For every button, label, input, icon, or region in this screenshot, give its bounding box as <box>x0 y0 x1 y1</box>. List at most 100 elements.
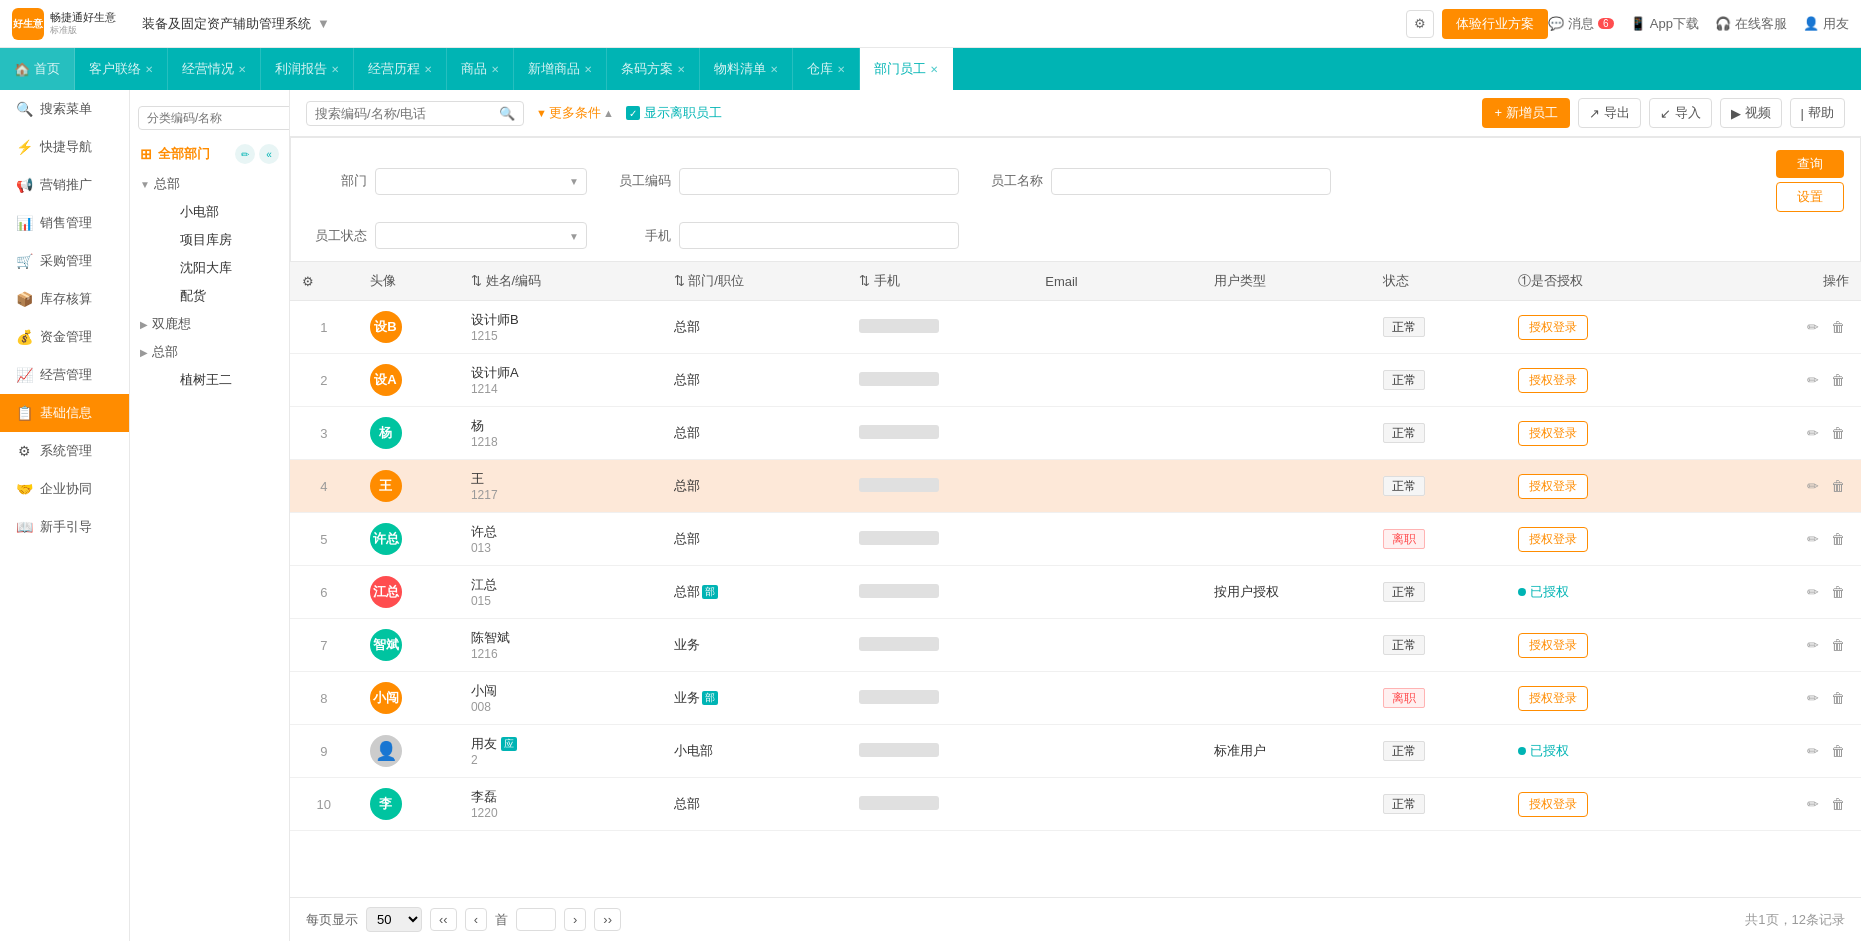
phone-input[interactable] <box>679 222 959 249</box>
col-settings[interactable]: ⚙ <box>290 262 358 301</box>
tab-goods[interactable]: 商品 ✕ <box>447 48 514 90</box>
user-menu[interactable]: 👤 用友 <box>1803 15 1849 33</box>
tab-home[interactable]: 🏠 首页 <box>0 48 75 90</box>
tree-item-peihuo[interactable]: 配货 <box>160 282 289 310</box>
more-conditions-button[interactable]: ▼ 更多条件 ▲ <box>536 104 614 122</box>
tree-item-project[interactable]: 项目库房 <box>160 226 289 254</box>
page-number-input[interactable]: 1 <box>516 908 556 931</box>
view-button[interactable]: ▶ 视频 <box>1720 98 1782 128</box>
import-button[interactable]: ↙ 导入 <box>1649 98 1712 128</box>
edit-button[interactable]: ✏ <box>1803 635 1823 655</box>
edit-button[interactable]: ✏ <box>1803 423 1823 443</box>
auth-login-button[interactable]: 授权登录 <box>1518 686 1588 711</box>
export-button[interactable]: ↗ 导出 <box>1578 98 1641 128</box>
delete-button[interactable]: 🗑 <box>1827 370 1849 390</box>
tab-close-icon[interactable]: ✕ <box>770 64 778 75</box>
dimission-checkbox[interactable]: ✓ <box>626 106 640 120</box>
help-button[interactable]: | 帮助 <box>1790 98 1845 128</box>
page-size-select[interactable]: 50 100 <box>366 907 422 932</box>
col-name[interactable]: ⇅ 姓名/编码 <box>459 262 662 301</box>
tree-search-input[interactable] <box>138 106 290 130</box>
sidebar-item-basicinfo[interactable]: 📋 基础信息 <box>0 394 129 432</box>
auth-login-button[interactable]: 授权登录 <box>1518 368 1588 393</box>
tab-bom[interactable]: 物料清单 ✕ <box>700 48 793 90</box>
delete-button[interactable]: 🗑 <box>1827 476 1849 496</box>
add-employee-button[interactable]: + 新增员工 <box>1482 98 1569 128</box>
edit-button[interactable]: ✏ <box>1803 317 1823 337</box>
sidebar-item-system[interactable]: ⚙ 系统管理 <box>0 432 129 470</box>
sidebar-item-guide[interactable]: 📖 新手引导 <box>0 508 129 546</box>
tab-warehouse[interactable]: 仓库 ✕ <box>793 48 860 90</box>
delete-button[interactable]: 🗑 <box>1827 317 1849 337</box>
edit-button[interactable]: ✏ <box>1803 741 1823 761</box>
auth-login-button[interactable]: 授权登录 <box>1518 792 1588 817</box>
trial-button[interactable]: 体验行业方案 <box>1442 9 1548 39</box>
sidebar-item-marketing[interactable]: 📢 营销推广 <box>0 166 129 204</box>
delete-button[interactable]: 🗑 <box>1827 529 1849 549</box>
tab-close-icon[interactable]: ✕ <box>424 64 432 75</box>
edit-button[interactable]: ✏ <box>1803 688 1823 708</box>
last-page-button[interactable]: ›› <box>594 908 621 931</box>
auth-login-button[interactable]: 授权登录 <box>1518 633 1588 658</box>
online-service-button[interactable]: 🎧 在线客服 <box>1715 15 1787 33</box>
tab-profit[interactable]: 利润报告 ✕ <box>261 48 354 90</box>
sidebar-item-finance[interactable]: 💰 资金管理 <box>0 318 129 356</box>
delete-button[interactable]: 🗑 <box>1827 423 1849 443</box>
tab-close-icon[interactable]: ✕ <box>584 64 592 75</box>
delete-button[interactable]: 🗑 <box>1827 688 1849 708</box>
tab-customer[interactable]: 客户联络 ✕ <box>75 48 168 90</box>
edit-button[interactable]: ✏ <box>1803 370 1823 390</box>
tree-collapse-button[interactable]: « <box>259 144 279 164</box>
tab-close-icon[interactable]: ✕ <box>145 64 153 75</box>
tree-item-xiaodibu[interactable]: 小电部 <box>160 198 289 226</box>
empname-input[interactable] <box>1051 168 1331 195</box>
tree-edit-button[interactable]: ✏ <box>235 144 255 164</box>
tab-close-icon[interactable]: ✕ <box>930 64 938 75</box>
auth-login-button[interactable]: 授权登录 <box>1518 527 1588 552</box>
tab-close-icon[interactable]: ✕ <box>238 64 246 75</box>
message-button[interactable]: 💬 消息 6 <box>1548 15 1614 33</box>
first-page-button[interactable]: ‹‹ <box>430 908 457 931</box>
empstatus-select[interactable] <box>375 222 587 249</box>
tab-close-icon[interactable]: ✕ <box>331 64 339 75</box>
next-page-button[interactable]: › <box>564 908 586 931</box>
tab-dept-employee[interactable]: 部门员工 ✕ <box>860 48 953 90</box>
dept-select[interactable] <box>375 168 587 195</box>
edit-button[interactable]: ✏ <box>1803 529 1823 549</box>
app-download-button[interactable]: 📱 App下载 <box>1630 15 1699 33</box>
search-input[interactable] <box>315 106 495 121</box>
sidebar-item-collab[interactable]: 🤝 企业协同 <box>0 470 129 508</box>
sidebar-item-sales[interactable]: 📊 销售管理 <box>0 204 129 242</box>
tab-history[interactable]: 经营历程 ✕ <box>354 48 447 90</box>
tab-close-icon[interactable]: ✕ <box>837 64 845 75</box>
auth-login-button[interactable]: 授权登录 <box>1518 421 1588 446</box>
edit-button[interactable]: ✏ <box>1803 794 1823 814</box>
auth-login-button[interactable]: 授权登录 <box>1518 474 1588 499</box>
delete-button[interactable]: 🗑 <box>1827 741 1849 761</box>
delete-button[interactable]: 🗑 <box>1827 635 1849 655</box>
sidebar-item-search[interactable]: 🔍 搜索菜单 <box>0 90 129 128</box>
col-auth[interactable]: ①是否授权 <box>1506 262 1726 301</box>
tree-item-zhishu[interactable]: 植树王二 <box>160 366 289 394</box>
query-button[interactable]: 查询 <box>1776 150 1844 178</box>
empcode-input[interactable] <box>679 168 959 195</box>
tree-group-zongbu2[interactable]: ▶ 总部 <box>130 338 289 366</box>
prev-page-button[interactable]: ‹ <box>465 908 487 931</box>
gear-button[interactable]: ⚙ <box>1406 10 1434 38</box>
tab-operation[interactable]: 经营情况 ✕ <box>168 48 261 90</box>
sidebar-item-inventory[interactable]: 📦 库存核算 <box>0 280 129 318</box>
tab-close-icon[interactable]: ✕ <box>491 64 499 75</box>
col-phone[interactable]: ⇅ 手机 <box>847 262 1033 301</box>
tab-close-icon[interactable]: ✕ <box>677 64 685 75</box>
col-dept[interactable]: ⇅ 部门/职位 <box>662 262 848 301</box>
tab-barcode[interactable]: 条码方案 ✕ <box>607 48 700 90</box>
sidebar-item-purchase[interactable]: 🛒 采购管理 <box>0 242 129 280</box>
tab-add-goods[interactable]: 新增商品 ✕ <box>514 48 607 90</box>
set-button[interactable]: 设置 <box>1776 182 1844 212</box>
tree-group-shuanglu[interactable]: ▶ 双鹿想 <box>130 310 289 338</box>
delete-button[interactable]: 🗑 <box>1827 582 1849 602</box>
sidebar-item-management[interactable]: 📈 经营管理 <box>0 356 129 394</box>
edit-button[interactable]: ✏ <box>1803 582 1823 602</box>
tree-group-zongbu[interactable]: ▼ 总部 <box>130 170 289 198</box>
search-icon[interactable]: 🔍 <box>499 106 515 121</box>
